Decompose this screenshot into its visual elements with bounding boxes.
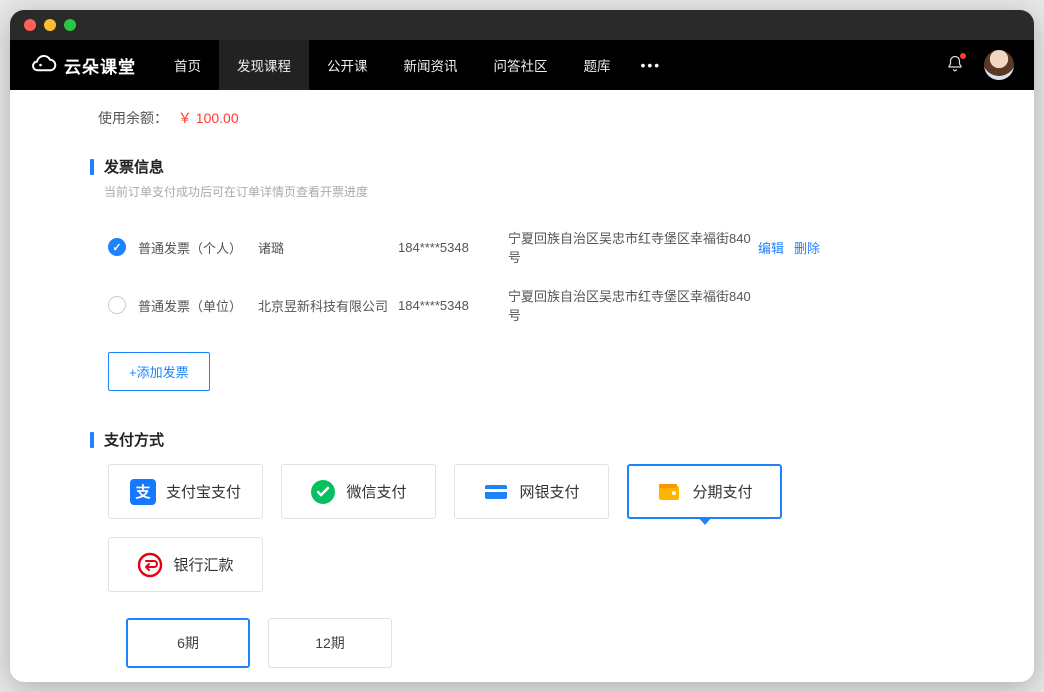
pay-bank-transfer[interactable]: 银行汇款	[108, 537, 263, 592]
bank-transfer-icon	[137, 552, 163, 578]
balance-amount: ￥ 100.00	[178, 110, 239, 126]
invoice-delete-link[interactable]: 删除	[794, 238, 820, 257]
radio-unchecked-icon[interactable]	[108, 296, 126, 314]
period-12[interactable]: 12期	[268, 618, 392, 668]
notifications-bell[interactable]	[946, 55, 964, 76]
pay-label: 微信支付	[346, 481, 406, 502]
pay-label: 分期支付	[692, 481, 752, 502]
invoice-type: 普通发票（单位）	[138, 296, 258, 315]
brand-name: 云朵课堂	[64, 53, 136, 78]
section-invoice-title: 发票信息	[90, 156, 954, 177]
page-content: 使用余额： ￥ 100.00 发票信息 当前订单支付成功后可在订单详情页查看开票…	[10, 90, 1034, 682]
invoice-name: 诸璐	[258, 238, 398, 257]
invoice-row-personal[interactable]: 普通发票（个人） 诸璐 184****5348 宁夏回族自治区吴忠市红寺堡区幸福…	[90, 218, 954, 276]
invoice-phone: 184****5348	[398, 240, 508, 255]
radio-checked-icon[interactable]	[108, 238, 126, 256]
window-titlebar	[10, 10, 1034, 40]
pay-label: 支付宝支付	[166, 481, 241, 502]
invoice-row-company[interactable]: 普通发票（单位） 北京昱新科技有限公司 184****5348 宁夏回族自治区吴…	[90, 276, 954, 334]
top-nav-bar: 云朵课堂 首页 发现课程 公开课 新闻资讯 问答社区 题库 •••	[10, 40, 1034, 90]
pay-label: 银行汇款	[173, 554, 233, 575]
wallet-icon	[656, 479, 682, 505]
invoice-edit-link[interactable]: 编辑	[758, 238, 784, 257]
wechat-icon	[310, 479, 336, 505]
pay-netbank[interactable]: 网银支付	[454, 464, 609, 519]
window-close-dot[interactable]	[24, 19, 36, 31]
pay-alipay[interactable]: 支 支付宝支付	[108, 464, 263, 519]
nav-qa[interactable]: 问答社区	[476, 40, 566, 90]
cloud-logo-icon	[30, 51, 58, 79]
nav-home[interactable]: 首页	[156, 40, 219, 90]
app-window: 云朵课堂 首页 发现课程 公开课 新闻资讯 问答社区 题库 ••• 使用余额： …	[10, 10, 1034, 682]
add-invoice-button[interactable]: +添加发票	[108, 352, 210, 391]
nav-question-bank[interactable]: 题库	[566, 40, 629, 90]
alipay-icon: 支	[130, 479, 156, 505]
invoice-phone: 184****5348	[398, 298, 508, 313]
nav-news[interactable]: 新闻资讯	[386, 40, 476, 90]
nav-more-icon[interactable]: •••	[629, 57, 674, 73]
pay-installment[interactable]: 分期支付	[627, 464, 782, 519]
balance-label: 使用余额：	[98, 110, 168, 126]
nav-discover[interactable]: 发现课程	[219, 40, 309, 90]
netbank-icon	[483, 479, 509, 505]
invoice-type: 普通发票（个人）	[138, 238, 258, 257]
balance-row: 使用余额： ￥ 100.00	[90, 108, 954, 128]
main-nav: 首页 发现课程 公开课 新闻资讯 问答社区 题库 •••	[156, 40, 673, 90]
user-avatar[interactable]	[984, 50, 1014, 80]
installment-period-row: 6期 12期	[126, 618, 954, 668]
invoice-address: 宁夏回族自治区吴忠市红寺堡区幸福街840号	[508, 286, 758, 324]
nav-public[interactable]: 公开课	[309, 40, 386, 90]
window-min-dot[interactable]	[44, 19, 56, 31]
notification-badge	[960, 53, 966, 59]
period-6[interactable]: 6期	[126, 618, 250, 668]
pay-wechat[interactable]: 微信支付	[281, 464, 436, 519]
invoice-name: 北京昱新科技有限公司	[258, 296, 398, 315]
window-max-dot[interactable]	[64, 19, 76, 31]
pay-label: 网银支付	[519, 481, 579, 502]
section-invoice-subtitle: 当前订单支付成功后可在订单详情页查看开票进度	[104, 183, 954, 200]
payment-method-grid: 支 支付宝支付 微信支付 网银支付 分期支付	[108, 464, 954, 592]
section-payment-title: 支付方式	[90, 429, 954, 450]
brand-logo[interactable]: 云朵课堂	[30, 51, 136, 79]
invoice-address: 宁夏回族自治区吴忠市红寺堡区幸福街840号	[508, 228, 758, 266]
svg-text:支: 支	[134, 483, 151, 501]
